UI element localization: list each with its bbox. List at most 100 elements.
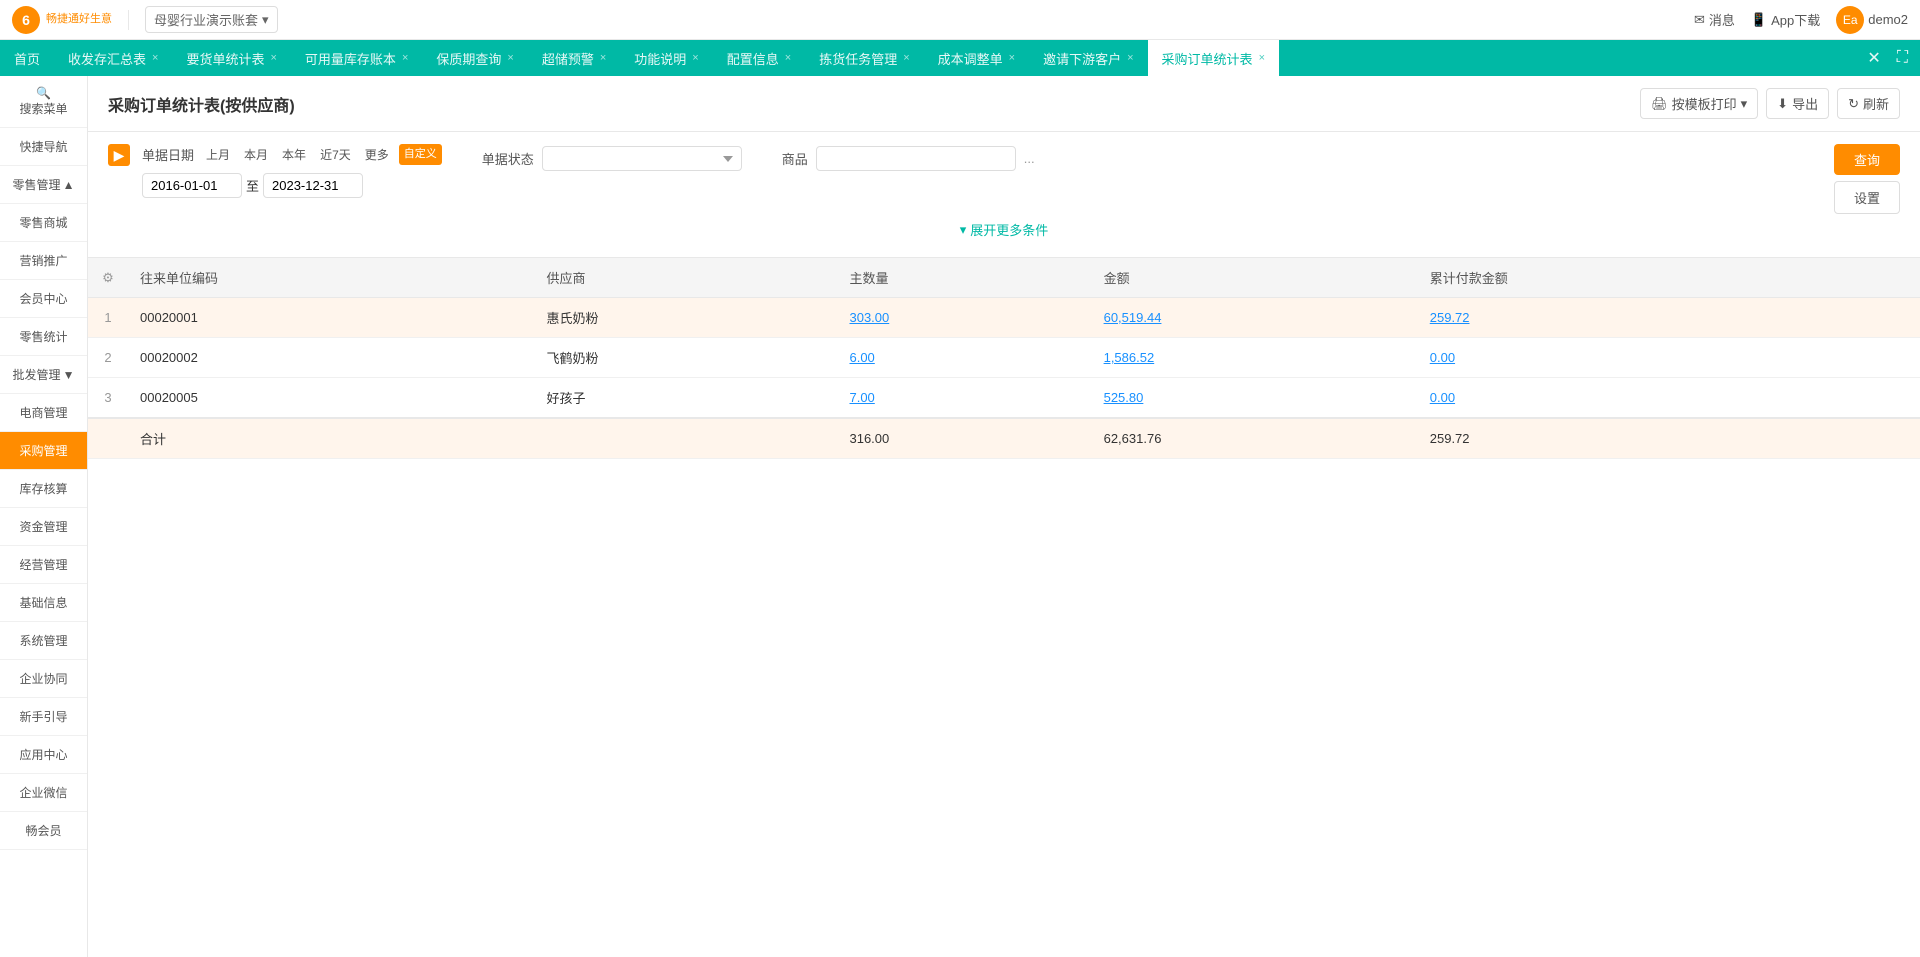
sidebar-item-shortcuts[interactable]: 快捷导航 <box>0 128 87 166</box>
sidebar-item-label: 采购管理 <box>19 444 67 458</box>
tab-invite[interactable]: 邀请下游客户 × <box>1029 40 1147 76</box>
close-icon[interactable]: × <box>152 52 158 64</box>
sidebar-item-basic-info[interactable]: 基础信息 <box>0 584 87 622</box>
logo-area: 6 畅捷通好生意 <box>12 6 112 34</box>
tab-overstock[interactable]: 超储预警 × <box>528 40 620 76</box>
nav-tabs-end: ✕ ⛶ <box>1863 46 1920 70</box>
sidebar-search-label: 搜索菜单 <box>19 102 67 116</box>
quantity-link[interactable]: 303.00 <box>849 310 889 325</box>
close-icon[interactable]: × <box>903 52 909 64</box>
quantity-link[interactable]: 6.00 <box>849 350 874 365</box>
close-icon[interactable]: × <box>692 52 698 64</box>
expand-more-btn[interactable]: ▾ 展开更多条件 <box>108 214 1900 245</box>
filter-toggle-btn[interactable]: ▶ <box>108 144 130 166</box>
chevron-down-icon: ▾ <box>960 222 967 238</box>
close-icon[interactable]: × <box>507 52 513 64</box>
footer-paid: 259.72 <box>1418 418 1825 459</box>
sidebar-item-finance[interactable]: 资金管理 <box>0 508 87 546</box>
close-icon[interactable]: × <box>1127 52 1133 64</box>
refresh-label: 刷新 <box>1863 94 1889 113</box>
status-select[interactable] <box>542 146 742 171</box>
footer-amount: 62,631.76 <box>1092 418 1418 459</box>
shortcut-7days[interactable]: 近7天 <box>316 144 355 165</box>
tab-home[interactable]: 首页 <box>0 40 54 76</box>
refresh-btn[interactable]: ↻ 刷新 <box>1837 88 1900 119</box>
sidebar-item-search[interactable]: 🔍 搜索菜单 <box>0 76 87 128</box>
sidebar-item-member[interactable]: 会员中心 <box>0 280 87 318</box>
tab-available-stock[interactable]: 可用量库存账本 × <box>291 40 422 76</box>
sidebar-item-purchase[interactable]: 采购管理 <box>0 432 87 470</box>
sidebar-item-operation[interactable]: 经营管理 <box>0 546 87 584</box>
tab-purchase-order[interactable]: 采购订单统计表 × <box>1148 40 1279 76</box>
settings-btn[interactable]: 设置 <box>1834 181 1900 214</box>
close-icon[interactable]: × <box>600 52 606 64</box>
sidebar-item-vip[interactable]: 畅会员 <box>0 812 87 850</box>
amount-link[interactable]: 525.80 <box>1104 390 1144 405</box>
goods-input[interactable] <box>816 146 1016 171</box>
filter-actions: 查询 设置 <box>1834 144 1900 214</box>
tab-cost[interactable]: 成本调整单 × <box>924 40 1029 76</box>
tab-goods-order[interactable]: 要货单统计表 × <box>172 40 290 76</box>
sidebar-item-retail-shop[interactable]: 零售商城 <box>0 204 87 242</box>
sidebar-item-marketing[interactable]: 营销推广 <box>0 242 87 280</box>
tab-receive-send[interactable]: 收发存汇总表 × <box>54 40 172 76</box>
sidebar-item-wholesale[interactable]: 批发管理 ▼ <box>0 356 87 394</box>
date-label: 单据日期 <box>142 145 194 164</box>
shortcut-this-year[interactable]: 本年 <box>278 144 310 165</box>
close-icon[interactable]: × <box>1259 52 1265 64</box>
sidebar-item-enterprise[interactable]: 企业协同 <box>0 660 87 698</box>
message-icon: ✉ <box>1694 12 1705 28</box>
amount-link[interactable]: 60,519.44 <box>1104 310 1162 325</box>
date-from-input[interactable] <box>142 173 242 198</box>
shortcut-more[interactable]: 更多 <box>361 144 393 165</box>
row-extra <box>1824 378 1920 419</box>
chevron-up-icon: ▲ <box>63 178 75 192</box>
sidebar-item-retail-mgmt[interactable]: 零售管理 ▲ <box>0 166 87 204</box>
sidebar-item-newbie[interactable]: 新手引导 <box>0 698 87 736</box>
chevron-down-icon: ▼ <box>63 368 75 382</box>
workspace-selector[interactable]: 母婴行业演示账套 ▾ <box>145 6 278 33</box>
workspace-label: 母婴行业演示账套 <box>154 10 258 29</box>
date-to-input[interactable] <box>263 173 363 198</box>
sidebar-item-system[interactable]: 系统管理 <box>0 622 87 660</box>
date-shortcuts: 上月 本月 本年 近7天 更多 自定义 <box>202 144 442 165</box>
close-icon[interactable]: × <box>270 52 276 64</box>
footer-label: 合计 <box>128 418 837 459</box>
tab-config[interactable]: 配置信息 × <box>713 40 805 76</box>
goods-ellipsis-btn[interactable]: ... <box>1024 151 1035 166</box>
tab-expiry[interactable]: 保质期查询 × <box>422 40 527 76</box>
gear-icon[interactable]: ⚙ <box>102 270 114 285</box>
quantity-link[interactable]: 7.00 <box>849 390 874 405</box>
footer-quantity: 316.00 <box>837 418 1091 459</box>
refresh-icon: ↻ <box>1848 96 1859 112</box>
close-icon[interactable]: × <box>402 52 408 64</box>
close-icon[interactable]: × <box>1009 52 1015 64</box>
shortcut-this-month[interactable]: 本月 <box>240 144 272 165</box>
amount-link[interactable]: 1,586.52 <box>1104 350 1155 365</box>
shortcut-last-month[interactable]: 上月 <box>202 144 234 165</box>
sidebar-item-app-center[interactable]: 应用中心 <box>0 736 87 774</box>
filter-goods-section: 商品 ... <box>782 146 1035 171</box>
tab-picking[interactable]: 拣货任务管理 × <box>805 40 923 76</box>
paid-link[interactable]: 0.00 <box>1430 350 1455 365</box>
close-icon[interactable]: × <box>785 52 791 64</box>
sidebar-item-wechat[interactable]: 企业微信 <box>0 774 87 812</box>
top-bar-right: ✉ 消息 📱 App下载 Ea demo2 <box>1694 6 1908 34</box>
maximize-btn[interactable]: ⛶ <box>1893 47 1912 69</box>
sidebar-item-ecommerce[interactable]: 电商管理 <box>0 394 87 432</box>
paid-link[interactable]: 259.72 <box>1430 310 1470 325</box>
paid-link[interactable]: 0.00 <box>1430 390 1455 405</box>
app-download-btn[interactable]: 📱 App下载 <box>1751 10 1820 29</box>
close-tab-btn[interactable]: ✕ <box>1863 46 1884 70</box>
content-area: 采购订单统计表(按供应商) 🖨 按模板打印 ▾ ⬇ 导出 ↻ 刷新 <box>88 76 1920 957</box>
tab-label: 收发存汇总表 <box>68 49 146 68</box>
user-area[interactable]: Ea demo2 <box>1836 6 1908 34</box>
template-print-btn[interactable]: 🖨 按模板打印 ▾ <box>1640 88 1758 119</box>
message-btn[interactable]: ✉ 消息 <box>1694 10 1735 29</box>
sidebar-item-stock[interactable]: 库存核算 <box>0 470 87 508</box>
query-btn[interactable]: 查询 <box>1834 144 1900 175</box>
tab-function[interactable]: 功能说明 × <box>620 40 712 76</box>
username: demo2 <box>1868 12 1908 27</box>
sidebar-item-retail-stats[interactable]: 零售统计 <box>0 318 87 356</box>
export-btn[interactable]: ⬇ 导出 <box>1766 88 1829 119</box>
